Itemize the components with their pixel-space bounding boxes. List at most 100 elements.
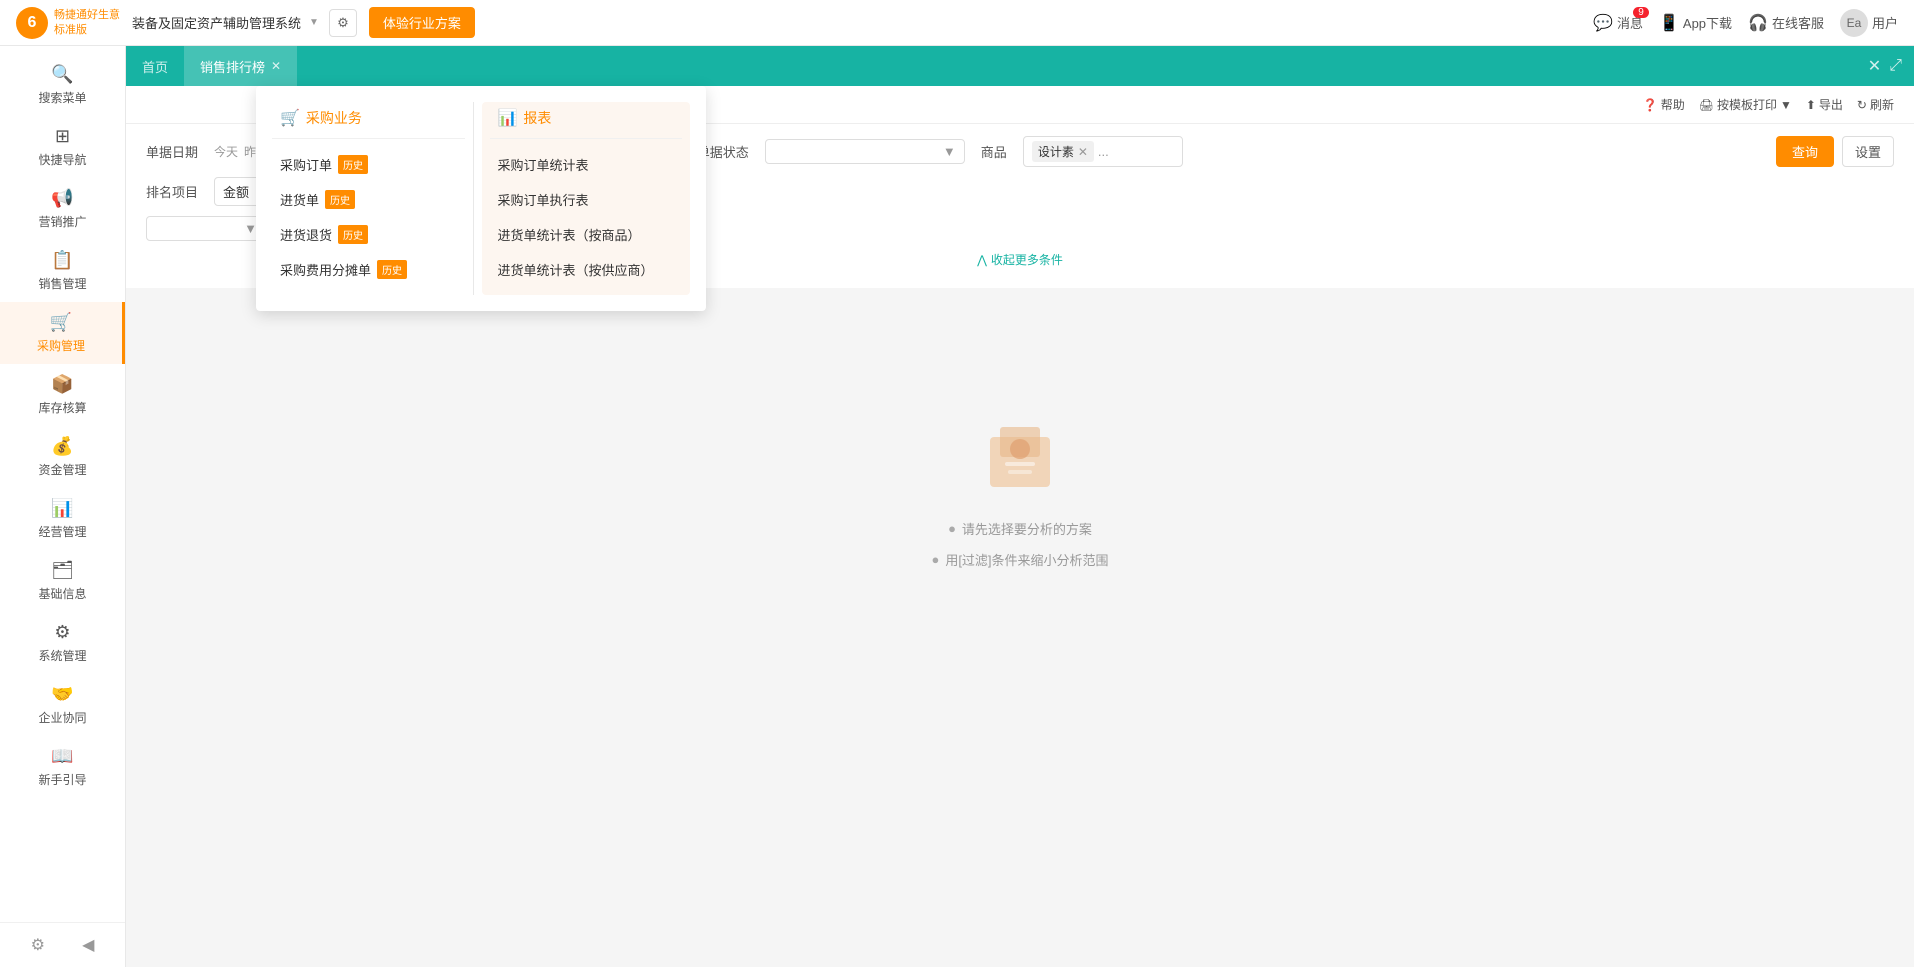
sidebar-item-system-mgmt[interactable]: ⚙ 系统管理 — [0, 612, 125, 674]
app-download-btn[interactable]: 📱 App下载 — [1659, 13, 1732, 33]
sidebar-item-label: 新手引导 — [38, 771, 86, 788]
status-filter-select[interactable]: ▼ — [765, 139, 965, 164]
refresh-btn[interactable]: ↻ 刷新 — [1857, 96, 1894, 113]
purchase-col-title: 🛒 采购业务 — [272, 102, 465, 139]
sidebar-item-new-guide[interactable]: 📖 新手引导 — [0, 736, 125, 798]
clipboard-icon: 📋 — [51, 250, 73, 271]
placeholder-line2: ● 用[过滤]条件来缩小分析范围 — [931, 550, 1108, 569]
logo-icon: 6 — [16, 7, 48, 39]
sidebar-item-sales-mgmt[interactable]: 📋 销售管理 — [0, 240, 125, 302]
logo-letter: 6 — [28, 14, 37, 32]
sidebar-item-inventory[interactable]: 📦 库存核算 — [0, 364, 125, 426]
collapse-label: 收起更多条件 — [991, 251, 1063, 268]
main-area: 🔍 搜索菜单 ⊞ 快捷导航 📢 营销推广 📋 销售管理 🛒 采购管理 — [0, 46, 1914, 967]
dropdown-item-label: 采购订单 — [280, 155, 332, 174]
grid-icon: ⊞ — [55, 126, 70, 147]
dropdown-item-purchase-order-exec[interactable]: 采购订单执行表 — [490, 182, 683, 217]
goods-filter-input[interactable]: 设计素 ✕ ... — [1023, 136, 1183, 167]
book-icon: 📖 — [51, 746, 73, 767]
app-download-label: App下载 — [1683, 13, 1732, 32]
goods-tag-close-icon[interactable]: ✕ — [1078, 145, 1088, 159]
hist-tag: 历史 — [325, 190, 355, 209]
sidebar-collapse-btn[interactable]: ◀ — [82, 935, 94, 955]
sidebar-item-search-menu[interactable]: 🔍 搜索菜单 — [0, 54, 125, 116]
export-btn[interactable]: ⬆ 导出 — [1806, 96, 1843, 113]
tab-maximize-btn[interactable]: ⤢ — [1889, 57, 1902, 75]
help-btn[interactable]: ❓ 帮助 — [1643, 96, 1685, 113]
goods-tag: 设计素 ✕ — [1032, 141, 1094, 162]
dropdown-item-label: 采购订单执行表 — [498, 190, 589, 209]
dropdown-item-incoming-return[interactable]: 进货退货 历史 — [272, 217, 465, 252]
dropdown-arrow-icon: ▼ — [309, 17, 319, 28]
area-filter-select[interactable]: ▼ — [146, 216, 266, 241]
sidebar: 🔍 搜索菜单 ⊞ 快捷导航 📢 营销推广 📋 销售管理 🛒 采购管理 — [0, 46, 126, 967]
tab-home-label: 首页 — [142, 57, 168, 76]
sidebar-item-finance[interactable]: 💰 资金管理 — [0, 426, 125, 488]
sidebar-item-basic-info[interactable]: 🗂 基础信息 — [0, 550, 125, 612]
sidebar-item-label: 系统管理 — [38, 647, 86, 664]
gear-icon: ⚙ — [337, 15, 349, 31]
dropdown-item-incoming-stat-by-goods[interactable]: 进货单统计表（按商品） — [490, 217, 683, 252]
help-label: 帮助 — [1661, 96, 1685, 113]
sidebar-item-marketing[interactable]: 📢 营销推广 — [0, 178, 125, 240]
placeholder-text-2: 用[过滤]条件来缩小分析范围 — [945, 550, 1108, 569]
goods-filter-label: 商品 — [981, 142, 1007, 161]
content-placeholder: ● 请先选择要分析的方案 ● 用[过滤]条件来缩小分析范围 — [126, 288, 1914, 688]
date-preset-today[interactable]: 今天 — [214, 143, 238, 160]
purchase-title-text: 采购业务 — [306, 108, 362, 128]
report-col-title: 📊 报表 — [490, 102, 683, 139]
sidebar-item-label: 经营管理 — [38, 523, 86, 540]
tab-sales-rank-label: 销售排行榜 — [200, 57, 265, 76]
dropdown-item-purchase-expense[interactable]: 采购费用分摊单 历史 — [272, 252, 465, 287]
system-icon: ⚙ — [54, 622, 70, 643]
settings-icon-btn[interactable]: ⚙ — [329, 9, 357, 37]
query-btn[interactable]: 查询 — [1776, 136, 1834, 167]
headset-icon: 🎧 — [1748, 13, 1768, 33]
sidebar-item-label: 营销推广 — [38, 213, 86, 230]
dropdown-item-incoming-stat-by-supplier[interactable]: 进货单统计表（按供应商） — [490, 252, 683, 287]
purchase-col: 🛒 采购业务 采购订单 历史 进货单 历史 进货退货 历史 — [272, 102, 465, 295]
tab-sales-rank[interactable]: 销售排行榜 ✕ — [184, 46, 297, 86]
top-bar-right: 💬 9 消息 📱 App下载 🎧 在线客服 Ea 用户 — [1593, 9, 1898, 37]
system-title-dropdown[interactable]: 装备及固定资产辅助管理系统 ▼ — [132, 13, 319, 32]
sidebar-item-label: 销售管理 — [38, 275, 86, 292]
dropdown-item-purchase-order-stat[interactable]: 采购订单统计表 — [490, 147, 683, 182]
dropdown-item-label: 进货单统计表（按供应商） — [498, 260, 654, 279]
settings-btn-filter[interactable]: 设置 — [1842, 136, 1894, 167]
goods-dots[interactable]: ... — [1098, 144, 1109, 159]
collapse-btn[interactable]: ⋀ 收起更多条件 — [977, 251, 1063, 268]
avatar-text: Ea — [1847, 16, 1862, 30]
handshake-icon: 🤝 — [51, 684, 73, 705]
print-icon: 🖨 — [1699, 98, 1714, 112]
sidebar-item-quick-nav[interactable]: ⊞ 快捷导航 — [0, 116, 125, 178]
placeholder-text-1: 请先选择要分析的方案 — [962, 519, 1092, 538]
sidebar-nav: 🔍 搜索菜单 ⊞ 快捷导航 📢 营销推广 📋 销售管理 🛒 采购管理 — [0, 46, 125, 922]
dropdown-item-purchase-order[interactable]: 采购订单 历史 — [272, 147, 465, 182]
logo-text: 畅捷通好生意 标准版 — [54, 8, 120, 37]
sidebar-settings-btn[interactable]: ⚙ — [31, 935, 45, 955]
sidebar-item-operations[interactable]: 📊 经营管理 — [0, 488, 125, 550]
user-menu-btn[interactable]: Ea 用户 — [1840, 9, 1898, 37]
tab-home[interactable]: 首页 — [126, 46, 184, 86]
print-btn[interactable]: 🖨 按模板打印 ▼ — [1699, 96, 1792, 113]
dropdown-item-label: 进货单统计表（按商品） — [498, 225, 641, 244]
tab-close-window-btn[interactable]: ✕ — [1868, 56, 1881, 76]
sidebar-item-cooperation[interactable]: 🤝 企业协同 — [0, 674, 125, 736]
report-title-text: 报表 — [523, 108, 551, 128]
placeholder-illustration — [970, 407, 1070, 507]
export-icon: ⬆ — [1806, 98, 1816, 112]
online-service-btn[interactable]: 🎧 在线客服 — [1748, 13, 1824, 33]
report-col: 📊 报表 采购订单统计表 采购订单执行表 进货单统计表（按商品） 进货单统计表（… — [482, 102, 691, 295]
sidebar-bottom: ⚙ ◀ — [0, 922, 125, 967]
goods-tag-text: 设计素 — [1038, 143, 1074, 160]
sidebar-item-label: 快捷导航 — [38, 151, 86, 168]
system-title: 装备及固定资产辅助管理系统 — [132, 13, 301, 32]
dropdown-item-incoming[interactable]: 进货单 历史 — [272, 182, 465, 217]
sidebar-item-purchase-mgmt[interactable]: 🛒 采购管理 — [0, 302, 125, 364]
dropdown-item-label: 采购费用分摊单 — [280, 260, 371, 279]
tab-close-icon[interactable]: ✕ — [271, 59, 281, 73]
industry-btn[interactable]: 体验行业方案 — [369, 7, 475, 38]
chart-icon: 📊 — [51, 498, 73, 519]
notifications-btn[interactable]: 💬 9 消息 — [1593, 13, 1643, 33]
chevron-up-icon: ⋀ — [977, 253, 987, 267]
